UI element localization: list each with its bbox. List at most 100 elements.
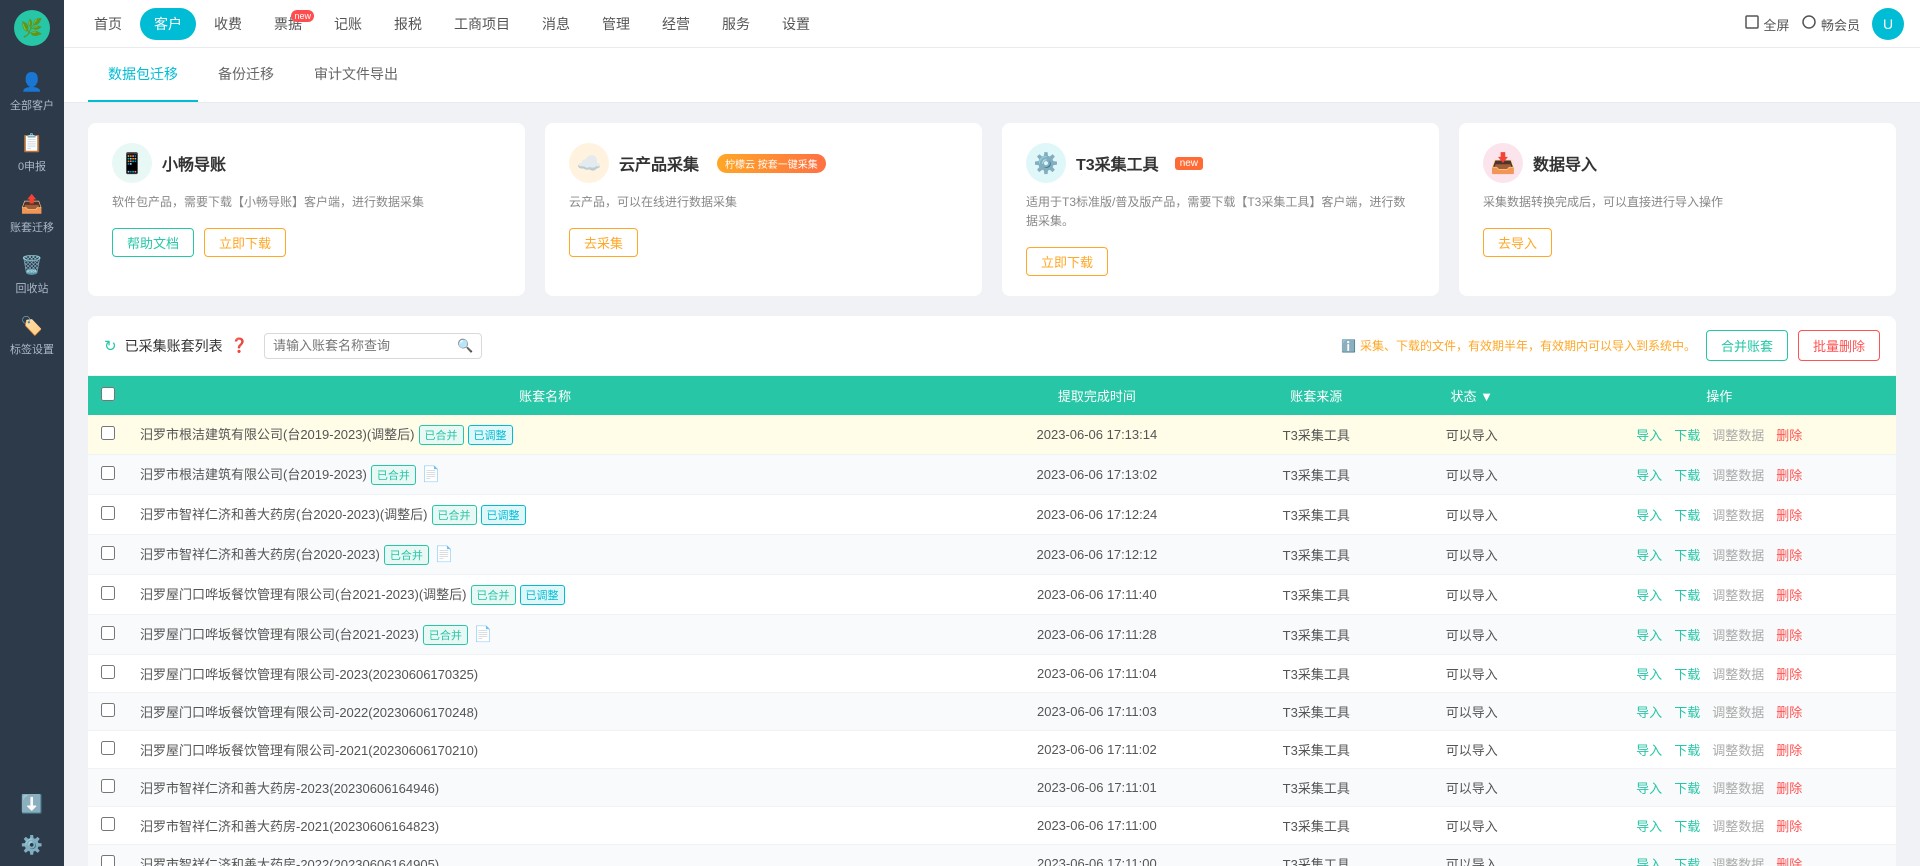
action-导入[interactable]: 导入 xyxy=(1636,585,1662,604)
row-checkbox[interactable] xyxy=(101,779,115,793)
action-调整数据[interactable]: 调整数据 xyxy=(1712,740,1764,759)
file-icon[interactable]: 📄 xyxy=(435,546,454,563)
action-导入[interactable]: 导入 xyxy=(1636,740,1662,759)
nav-fees[interactable]: 收费 xyxy=(200,8,256,40)
nav-management[interactable]: 管理 xyxy=(588,8,644,40)
action-导入[interactable]: 导入 xyxy=(1636,465,1662,484)
action-调整数据[interactable]: 调整数据 xyxy=(1712,816,1764,835)
row-checkbox[interactable] xyxy=(101,703,115,717)
action-调整数据[interactable]: 调整数据 xyxy=(1712,854,1764,866)
action-删除[interactable]: 删除 xyxy=(1776,664,1802,683)
row-checkbox[interactable] xyxy=(101,506,115,520)
member-btn[interactable]: 畅会员 xyxy=(1801,14,1860,34)
search-icon[interactable]: 🔍 xyxy=(457,338,473,354)
row-checkbox[interactable] xyxy=(101,665,115,679)
action-导入[interactable]: 导入 xyxy=(1636,505,1662,524)
user-avatar[interactable]: U xyxy=(1872,8,1904,40)
row-checkbox[interactable] xyxy=(101,466,115,480)
action-导入[interactable]: 导入 xyxy=(1636,816,1662,835)
action-下载[interactable]: 下载 xyxy=(1674,545,1700,564)
refresh-icon[interactable]: ↻ xyxy=(104,337,117,355)
nav-operations[interactable]: 经营 xyxy=(648,8,704,40)
nav-settings[interactable]: 设置 xyxy=(768,8,824,40)
action-下载[interactable]: 下载 xyxy=(1674,625,1700,644)
action-删除[interactable]: 删除 xyxy=(1776,425,1802,444)
action-删除[interactable]: 删除 xyxy=(1776,505,1802,524)
action-删除[interactable]: 删除 xyxy=(1776,465,1802,484)
action-导入[interactable]: 导入 xyxy=(1636,664,1662,683)
file-icon[interactable]: 📄 xyxy=(422,466,441,483)
sidebar-item-labels[interactable]: 🏷️ 标签设置 xyxy=(0,306,64,367)
row-checkbox[interactable] xyxy=(101,626,115,640)
action-调整数据[interactable]: 调整数据 xyxy=(1712,664,1764,683)
action-下载[interactable]: 下载 xyxy=(1674,778,1700,797)
download-now-button[interactable]: 立即下载 xyxy=(204,228,286,257)
action-导入[interactable]: 导入 xyxy=(1636,702,1662,721)
action-删除[interactable]: 删除 xyxy=(1776,816,1802,835)
sidebar-item-download[interactable]: ⬇️ xyxy=(0,784,64,825)
sidebar-item-account-migration[interactable]: 📤 账套迁移 xyxy=(0,184,64,245)
action-导入[interactable]: 导入 xyxy=(1636,854,1662,866)
app-logo[interactable]: 🌿 xyxy=(14,10,50,46)
nav-service[interactable]: 服务 xyxy=(708,8,764,40)
sidebar-item-settings[interactable]: ⚙️ xyxy=(0,825,64,866)
tab-backup-migration[interactable]: 备份迁移 xyxy=(198,48,294,102)
action-下载[interactable]: 下载 xyxy=(1674,465,1700,484)
sidebar-item-all-clients[interactable]: 👤 全部客户 xyxy=(0,62,64,123)
nav-business[interactable]: 工商项目 xyxy=(440,8,524,40)
action-导入[interactable]: 导入 xyxy=(1636,545,1662,564)
action-删除[interactable]: 删除 xyxy=(1776,585,1802,604)
batch-delete-button[interactable]: 批量删除 xyxy=(1798,330,1880,361)
tab-data-migration[interactable]: 数据包迁移 xyxy=(88,48,198,102)
action-导入[interactable]: 导入 xyxy=(1636,625,1662,644)
action-下载[interactable]: 下载 xyxy=(1674,816,1700,835)
action-调整数据[interactable]: 调整数据 xyxy=(1712,702,1764,721)
nav-messages[interactable]: 消息 xyxy=(528,8,584,40)
sidebar-item-recycle[interactable]: 🗑️ 回收站 xyxy=(0,245,64,306)
action-调整数据[interactable]: 调整数据 xyxy=(1712,545,1764,564)
action-删除[interactable]: 删除 xyxy=(1776,778,1802,797)
action-删除[interactable]: 删除 xyxy=(1776,740,1802,759)
go-collect-button[interactable]: 去采集 xyxy=(569,228,638,257)
action-调整数据[interactable]: 调整数据 xyxy=(1712,778,1764,797)
merge-accounts-button[interactable]: 合并账套 xyxy=(1706,330,1788,361)
nav-clients[interactable]: 客户 xyxy=(140,8,196,40)
action-下载[interactable]: 下载 xyxy=(1674,702,1700,721)
search-input[interactable] xyxy=(273,338,453,353)
nav-invoices[interactable]: 票据 new xyxy=(260,8,316,40)
nav-bookkeeping[interactable]: 记账 xyxy=(320,8,376,40)
action-下载[interactable]: 下载 xyxy=(1674,664,1700,683)
action-下载[interactable]: 下载 xyxy=(1674,740,1700,759)
action-导入[interactable]: 导入 xyxy=(1636,425,1662,444)
row-checkbox[interactable] xyxy=(101,426,115,440)
t3-download-button[interactable]: 立即下载 xyxy=(1026,247,1108,276)
action-调整数据[interactable]: 调整数据 xyxy=(1712,585,1764,604)
action-调整数据[interactable]: 调整数据 xyxy=(1712,465,1764,484)
action-调整数据[interactable]: 调整数据 xyxy=(1712,425,1764,444)
action-删除[interactable]: 删除 xyxy=(1776,854,1802,866)
help-doc-button[interactable]: 帮助文档 xyxy=(112,228,194,257)
select-all-checkbox[interactable] xyxy=(101,387,115,401)
file-icon[interactable]: 📄 xyxy=(474,626,493,643)
action-删除[interactable]: 删除 xyxy=(1776,625,1802,644)
action-导入[interactable]: 导入 xyxy=(1636,778,1662,797)
action-下载[interactable]: 下载 xyxy=(1674,585,1700,604)
action-调整数据[interactable]: 调整数据 xyxy=(1712,625,1764,644)
tab-audit-export[interactable]: 审计文件导出 xyxy=(294,48,418,102)
action-下载[interactable]: 下载 xyxy=(1674,425,1700,444)
action-删除[interactable]: 删除 xyxy=(1776,702,1802,721)
nav-home[interactable]: 首页 xyxy=(80,8,136,40)
nav-tax[interactable]: 报税 xyxy=(380,8,436,40)
go-import-button[interactable]: 去导入 xyxy=(1483,228,1552,257)
row-checkbox[interactable] xyxy=(101,741,115,755)
action-下载[interactable]: 下载 xyxy=(1674,505,1700,524)
action-删除[interactable]: 删除 xyxy=(1776,545,1802,564)
row-checkbox[interactable] xyxy=(101,546,115,560)
action-下载[interactable]: 下载 xyxy=(1674,854,1700,866)
action-调整数据[interactable]: 调整数据 xyxy=(1712,505,1764,524)
row-checkbox[interactable] xyxy=(101,817,115,831)
sidebar-item-zero-report[interactable]: 📋 0申报 xyxy=(0,123,64,184)
row-checkbox[interactable] xyxy=(101,586,115,600)
row-checkbox[interactable] xyxy=(101,855,115,866)
fullscreen-btn[interactable]: 全屏 xyxy=(1744,14,1790,34)
